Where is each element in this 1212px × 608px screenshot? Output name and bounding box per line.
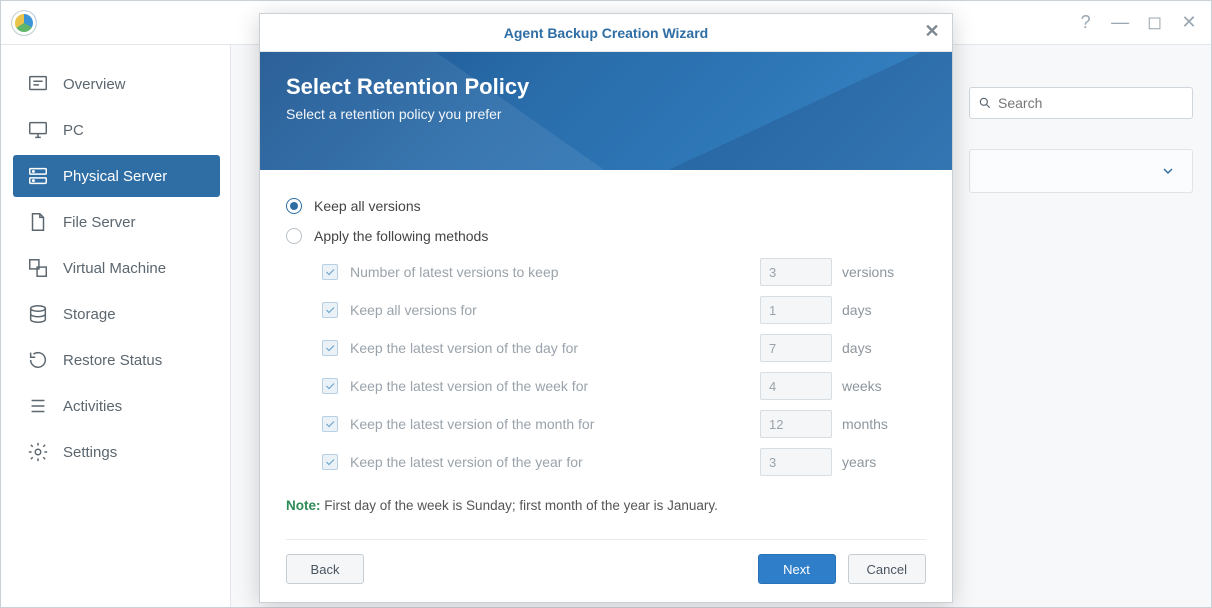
methods-list: Number of latest versions to keep versio… <box>322 258 926 476</box>
method-row: Keep the latest version of the year for … <box>322 448 926 476</box>
sidebar-item-label: PC <box>63 122 84 139</box>
note: Note: First day of the week is Sunday; f… <box>286 498 926 513</box>
sidebar-item-restore-status[interactable]: Restore Status <box>13 339 220 381</box>
method-row: Keep the latest version of the week for … <box>322 372 926 400</box>
search-input[interactable] <box>998 95 1184 111</box>
checkbox-icon[interactable] <box>322 454 338 470</box>
overview-icon <box>27 73 49 95</box>
storage-icon <box>27 303 49 325</box>
radio-keep-all[interactable]: Keep all versions <box>286 198 926 214</box>
method-row: Keep the latest version of the month for… <box>322 410 926 438</box>
method-unit: days <box>842 340 872 356</box>
chevron-down-icon <box>1160 163 1176 179</box>
back-button[interactable]: Back <box>286 554 364 584</box>
restore-icon <box>27 349 49 371</box>
help-icon[interactable]: ? <box>1076 13 1096 31</box>
radio-label: Keep all versions <box>314 198 421 214</box>
minimize-icon[interactable]: — <box>1110 13 1130 31</box>
sidebar: Overview PC Physical Server File Server … <box>1 45 231 607</box>
checkbox-icon[interactable] <box>322 264 338 280</box>
app-logo-icon <box>11 10 37 36</box>
method-value-input <box>760 372 832 400</box>
note-text: First day of the week is Sunday; first m… <box>321 498 718 513</box>
sidebar-item-label: Activities <box>63 398 122 415</box>
right-panel <box>969 87 1193 193</box>
method-label: Number of latest versions to keep <box>350 264 760 280</box>
modal-header: Select Retention Policy Select a retenti… <box>260 52 952 170</box>
sidebar-item-activities[interactable]: Activities <box>13 385 220 427</box>
modal-header-title: Select Retention Policy <box>286 74 926 100</box>
modal-header-subtitle: Select a retention policy you prefer <box>286 106 926 122</box>
note-label: Note: <box>286 498 321 513</box>
server-icon <box>27 165 49 187</box>
modal-title: Agent Backup Creation Wizard <box>504 25 708 41</box>
collapse-card[interactable] <box>969 149 1193 193</box>
method-value-input <box>760 410 832 438</box>
sidebar-item-virtual-machine[interactable]: Virtual Machine <box>13 247 220 289</box>
wizard-modal: Agent Backup Creation Wizard ✕ Select Re… <box>259 13 953 603</box>
modal-close-icon[interactable]: ✕ <box>922 22 942 42</box>
sidebar-item-label: Settings <box>63 444 117 461</box>
method-unit: versions <box>842 264 894 280</box>
method-row: Keep all versions for days <box>322 296 926 324</box>
sidebar-item-overview[interactable]: Overview <box>13 63 220 105</box>
cancel-button[interactable]: Cancel <box>848 554 926 584</box>
modal-body: Keep all versions Apply the following me… <box>260 170 952 539</box>
radio-apply-methods[interactable]: Apply the following methods <box>286 228 926 244</box>
method-label: Keep the latest version of the day for <box>350 340 760 356</box>
method-unit: days <box>842 302 872 318</box>
method-label: Keep the latest version of the month for <box>350 416 760 432</box>
method-value-input <box>760 296 832 324</box>
vm-icon <box>27 257 49 279</box>
gear-icon <box>27 441 49 463</box>
sidebar-item-label: File Server <box>63 214 136 231</box>
method-row: Number of latest versions to keep versio… <box>322 258 926 286</box>
method-unit: months <box>842 416 888 432</box>
method-label: Keep the latest version of the year for <box>350 454 760 470</box>
modal-titlebar: Agent Backup Creation Wizard ✕ <box>260 14 952 52</box>
sidebar-item-storage[interactable]: Storage <box>13 293 220 335</box>
radio-icon <box>286 228 302 244</box>
close-icon[interactable]: ✕ <box>1179 13 1199 31</box>
sidebar-item-label: Physical Server <box>63 168 167 185</box>
window-controls: ? — ◻ ✕ <box>1066 13 1199 33</box>
method-label: Keep the latest version of the week for <box>350 378 760 394</box>
sidebar-item-label: Virtual Machine <box>63 260 166 277</box>
next-button[interactable]: Next <box>758 554 836 584</box>
method-row: Keep the latest version of the day for d… <box>322 334 926 362</box>
radio-label: Apply the following methods <box>314 228 488 244</box>
sidebar-item-label: Restore Status <box>63 352 162 369</box>
checkbox-icon[interactable] <box>322 340 338 356</box>
method-label: Keep all versions for <box>350 302 760 318</box>
activities-icon <box>27 395 49 417</box>
sidebar-item-file-server[interactable]: File Server <box>13 201 220 243</box>
checkbox-icon[interactable] <box>322 378 338 394</box>
search-box[interactable] <box>969 87 1193 119</box>
method-value-input <box>760 448 832 476</box>
sidebar-item-physical-server[interactable]: Physical Server <box>13 155 220 197</box>
method-value-input <box>760 334 832 362</box>
search-icon <box>978 96 992 110</box>
sidebar-item-pc[interactable]: PC <box>13 109 220 151</box>
radio-icon <box>286 198 302 214</box>
modal-footer: Back Next Cancel <box>286 539 926 602</box>
file-server-icon <box>27 211 49 233</box>
method-value-input <box>760 258 832 286</box>
method-unit: weeks <box>842 378 882 394</box>
pc-icon <box>27 119 49 141</box>
method-unit: years <box>842 454 876 470</box>
maximize-icon[interactable]: ◻ <box>1145 13 1165 31</box>
sidebar-item-settings[interactable]: Settings <box>13 431 220 473</box>
sidebar-item-label: Overview <box>63 76 126 93</box>
app-window: ? — ◻ ✕ Overview PC Physical Server <box>0 0 1212 608</box>
checkbox-icon[interactable] <box>322 416 338 432</box>
checkbox-icon[interactable] <box>322 302 338 318</box>
sidebar-item-label: Storage <box>63 306 116 323</box>
